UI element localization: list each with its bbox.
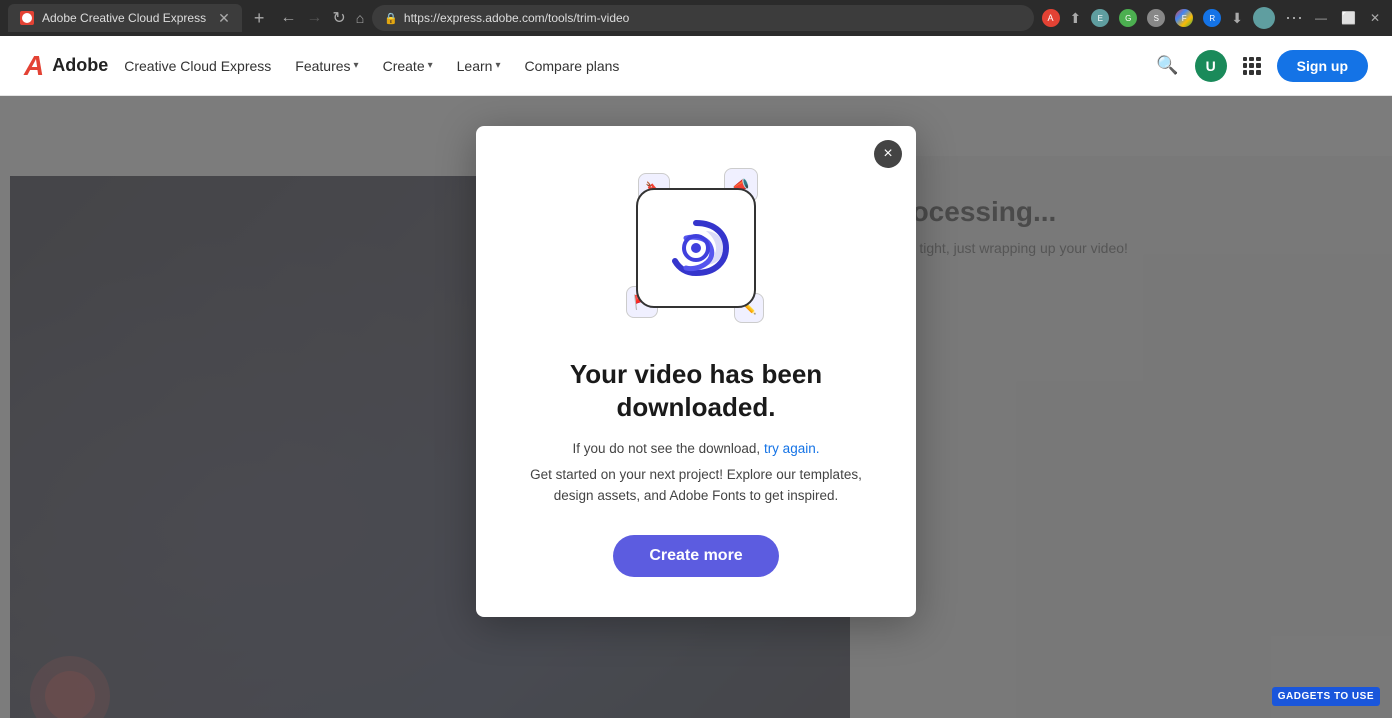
profile-icon[interactable] <box>1253 7 1275 29</box>
modal-body-text: Get started on your next project! Explor… <box>516 465 876 507</box>
nav-right: 🔍 U Sign up <box>1156 50 1368 82</box>
ext-icon-4: F <box>1175 9 1193 27</box>
downloads-icon[interactable]: ⬇ <box>1231 10 1243 27</box>
nav-creative-cloud-express[interactable]: Creative Cloud Express <box>124 58 271 74</box>
back-icon[interactable]: ← <box>280 9 296 27</box>
reload-icon[interactable]: ↻ <box>332 8 345 28</box>
modal-backdrop: × ✦ ✦ ✦ 🔖 🚩 📣 ✏️ <box>0 96 1392 718</box>
ext-adobe-icon: A <box>1042 9 1060 27</box>
learn-chevron-icon: ▾ <box>495 60 500 71</box>
ext-icon-3: S <box>1147 9 1165 27</box>
navbar: A Adobe Creative Cloud Express Features▾… <box>0 36 1392 96</box>
create-more-button[interactable]: Create more <box>613 535 778 577</box>
modal-illustration: ✦ ✦ ✦ 🔖 🚩 📣 ✏️ <box>596 158 796 338</box>
address-bar[interactable]: 🔒 https://express.adobe.com/tools/trim-v… <box>372 5 1033 31</box>
home-icon[interactable]: ⌂ <box>356 10 364 26</box>
adobe-logo[interactable]: A Adobe <box>24 50 108 82</box>
new-tab-icon[interactable]: + <box>254 8 265 29</box>
adobe-a-icon: A <box>24 50 44 82</box>
adobe-cc-logo <box>636 188 756 308</box>
search-icon[interactable]: 🔍 <box>1156 55 1178 76</box>
try-again-link[interactable]: try again. <box>764 441 820 456</box>
share-icon[interactable]: ⬆ <box>1070 10 1082 27</box>
watermark: GADGETS TO USE <box>1272 687 1380 706</box>
close-window-icon[interactable]: ✕ <box>1366 11 1384 25</box>
lock-icon: 🔒 <box>384 12 398 25</box>
nav-compare-plans[interactable]: Compare plans <box>524 58 619 74</box>
user-avatar[interactable]: U <box>1195 50 1227 82</box>
browser-chrome: Adobe Creative Cloud Express ✕ + ← → ↻ ⌂… <box>0 0 1392 36</box>
maximize-icon[interactable]: ⬜ <box>1337 11 1360 25</box>
apps-grid-icon[interactable] <box>1243 57 1261 75</box>
nav-create[interactable]: Create▾ <box>383 58 433 74</box>
minimize-icon[interactable]: — <box>1311 11 1331 25</box>
ext-icon-5: R <box>1203 9 1221 27</box>
tab-title: Adobe Creative Cloud Express <box>42 11 206 25</box>
modal-title: Your video has been downloaded. <box>516 358 876 423</box>
adobe-wordmark: Adobe <box>52 55 108 76</box>
modal-dialog: × ✦ ✦ ✦ 🔖 🚩 📣 ✏️ <box>476 126 916 617</box>
modal-download-text: If you do not see the download, try agai… <box>573 439 820 459</box>
ext-icon-1: E <box>1091 9 1109 27</box>
tab-favicon <box>20 11 34 25</box>
tab-close-icon[interactable]: ✕ <box>218 10 230 27</box>
nav-learn[interactable]: Learn▾ <box>457 58 501 74</box>
signup-button[interactable]: Sign up <box>1277 50 1368 82</box>
nav-links: Creative Cloud Express Features▾ Create▾… <box>124 58 1156 74</box>
nav-features[interactable]: Features▾ <box>295 58 358 74</box>
browser-tab[interactable]: Adobe Creative Cloud Express ✕ <box>8 4 242 32</box>
features-chevron-icon: ▾ <box>354 60 359 71</box>
address-url: https://express.adobe.com/tools/trim-vid… <box>404 11 1022 25</box>
forward-icon[interactable]: → <box>306 9 322 27</box>
create-chevron-icon: ▾ <box>428 60 433 71</box>
page: A Adobe Creative Cloud Express Features▾… <box>0 36 1392 718</box>
modal-close-button[interactable]: × <box>874 140 902 168</box>
menu-icon[interactable]: ⋯ <box>1285 8 1303 29</box>
ext-icon-2: G <box>1119 9 1137 27</box>
